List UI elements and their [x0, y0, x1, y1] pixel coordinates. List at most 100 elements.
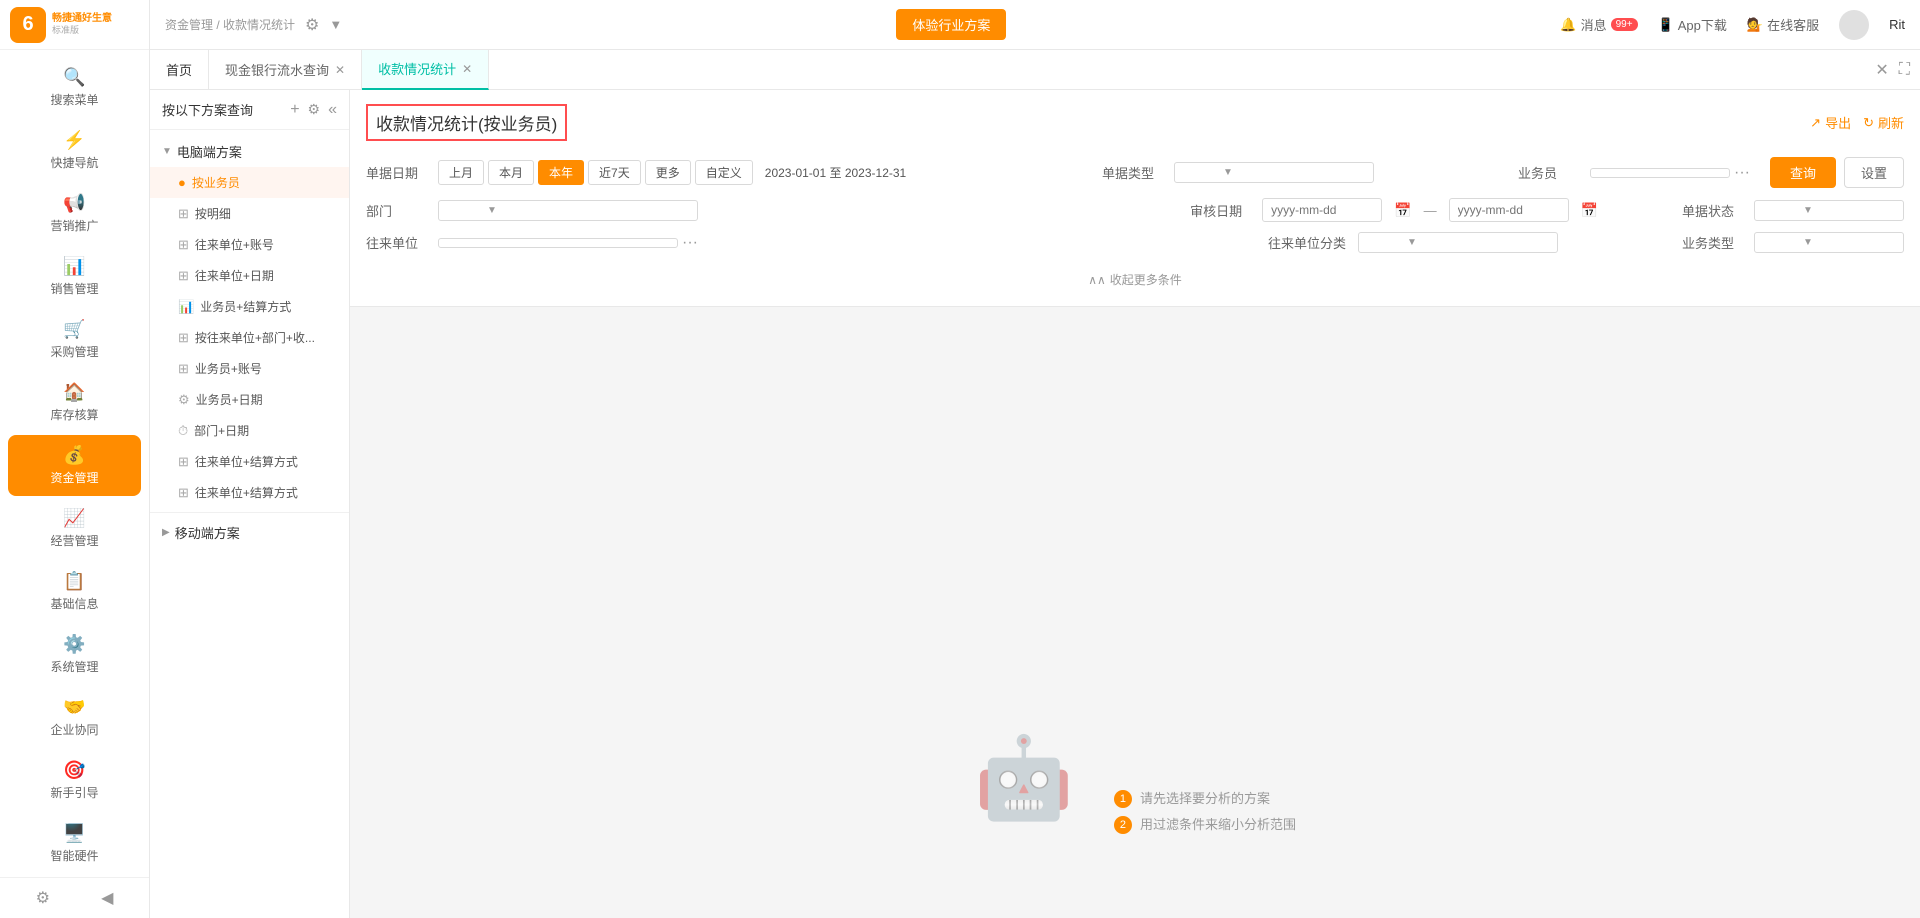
- sidebar-item-system[interactable]: ⚙️ 系统管理: [8, 624, 141, 685]
- review-date-from[interactable]: [1262, 198, 1382, 222]
- scheme-by-salesman[interactable]: ● 按业务员: [150, 167, 349, 198]
- scheme-by-salesman-settle[interactable]: 📊 业务员+结算方式: [150, 291, 349, 322]
- action-buttons: 查询 设置: [1770, 157, 1904, 188]
- sidebar-item-label: 企业协同: [50, 721, 98, 738]
- biz-type-select[interactable]: ▼: [1754, 232, 1904, 253]
- review-date-to-calendar[interactable]: 📅: [1581, 202, 1598, 219]
- sidebar: 畅捷通好生意 标准版 🔍 搜索菜单 ⚡ 快捷导航 📢 营销推广 📊 销售管理 🛒…: [0, 0, 150, 918]
- desktop-label: 电脑端方案: [177, 142, 242, 161]
- user-name[interactable]: Rit: [1889, 17, 1905, 32]
- online-service-btn[interactable]: 💁 在线客服: [1747, 15, 1819, 34]
- scheme-settings-btn[interactable]: ⚙: [308, 101, 321, 118]
- main-area: 资金管理 / 收款情况统计 ⚙ ▼ 体验行业方案 🔔 消息 99+ 📱 App下…: [150, 0, 1920, 918]
- sidebar-settings-btn[interactable]: ⚙: [36, 888, 50, 908]
- logo-name: 畅捷通好生意: [52, 12, 112, 25]
- voucher-type-label: 单据类型: [1102, 163, 1162, 182]
- panel-collapse-btn[interactable]: «: [328, 101, 337, 119]
- voucher-type-select[interactable]: ▼: [1174, 162, 1374, 183]
- salesman-ellipsis[interactable]: ···: [1734, 164, 1750, 182]
- sidebar-item-operation[interactable]: 📈 经营管理: [8, 498, 141, 559]
- tabbar-close-all[interactable]: ✕: [1875, 60, 1888, 80]
- page-title: 收款情况统计(按业务员): [366, 104, 567, 141]
- sidebar-item-hardware[interactable]: 🖥️ 智能硬件: [8, 813, 141, 874]
- step-1-label: 请先选择要分析的方案: [1140, 786, 1270, 812]
- scheme-label: 往来单位+账号: [195, 236, 274, 253]
- add-scheme-btn[interactable]: +: [290, 101, 299, 119]
- collapse-bar[interactable]: ∧∧ 收起更多条件: [366, 263, 1904, 296]
- salesman-label: 业务员: [1518, 163, 1578, 182]
- tab-bank[interactable]: 现金银行流水查询 ✕: [209, 50, 362, 90]
- scheme-by-unit-dept[interactable]: ⊞ 按往来单位+部门+收...: [150, 322, 349, 353]
- scheme-label: 往来单位+日期: [195, 267, 274, 284]
- logo-icon: [10, 7, 46, 43]
- query-btn[interactable]: 查询: [1770, 157, 1836, 188]
- counterpart-cat-select[interactable]: ▼: [1358, 232, 1558, 253]
- salesman-select[interactable]: [1590, 168, 1730, 178]
- fund-icon: 💰: [63, 445, 85, 466]
- topbar-right: 🔔 消息 99+ 📱 App下载 💁 在线客服 Rit: [1560, 10, 1905, 40]
- salesman-settle-icon: 📊: [178, 299, 194, 315]
- counterpart-ellipsis[interactable]: ···: [682, 234, 698, 252]
- scheme-by-salesman-account[interactable]: ⊞ 业务员+账号: [150, 353, 349, 384]
- sidebar-collapse-btn[interactable]: ◀: [101, 888, 113, 908]
- voucher-type-chevron: ▼: [1223, 167, 1233, 178]
- scheme-by-unit-date[interactable]: ⊞ 往来单位+日期: [150, 260, 349, 291]
- counterpart-cat-chevron: ▼: [1407, 237, 1417, 248]
- scheme-label: 按业务员: [192, 174, 240, 191]
- user-avatar[interactable]: [1839, 10, 1869, 40]
- sidebar-item-search[interactable]: 🔍 搜索菜单: [8, 57, 141, 118]
- scheme-by-unit-settle1[interactable]: ⊞ 往来单位+结算方式: [150, 446, 349, 477]
- scheme-by-detail[interactable]: ⊞ 按明细: [150, 198, 349, 229]
- sidebar-item-basic[interactable]: 📋 基础信息: [8, 561, 141, 622]
- sidebar-item-label: 营销推广: [50, 217, 98, 234]
- topbar-gear-icon[interactable]: ⚙: [305, 15, 319, 35]
- date-btn-more[interactable]: 更多: [645, 160, 691, 185]
- voucher-status-select[interactable]: ▼: [1754, 200, 1904, 221]
- scheme-by-salesman-date[interactable]: ⚙ 业务员+日期: [150, 384, 349, 415]
- dept-date-icon: ⏱: [178, 423, 188, 439]
- sidebar-item-sales[interactable]: 📊 销售管理: [8, 246, 141, 307]
- export-label: 导出: [1825, 113, 1851, 132]
- review-date-from-calendar[interactable]: 📅: [1394, 202, 1411, 219]
- date-btn-custom[interactable]: 自定义: [695, 160, 753, 185]
- review-date-to[interactable]: [1449, 198, 1569, 222]
- scheme-by-unit-account[interactable]: ⊞ 往来单位+账号: [150, 229, 349, 260]
- counterpart-select[interactable]: [438, 238, 678, 248]
- settings-btn[interactable]: 设置: [1844, 157, 1904, 188]
- topbar-dropdown-icon[interactable]: ▼: [329, 17, 342, 32]
- salesman-scheme-icon: ●: [178, 175, 186, 190]
- refresh-btn[interactable]: ↻ 刷新: [1863, 113, 1904, 132]
- date-btn-this-year[interactable]: 本年: [538, 160, 584, 185]
- main-body: 🤖 1 请先选择要分析的方案 2 用过滤条件来缩小分析范围: [350, 307, 1920, 918]
- tree-divider: [150, 512, 349, 513]
- date-btn-last-month[interactable]: 上月: [438, 160, 484, 185]
- mobile-parent[interactable]: ▶ 移动端方案: [150, 517, 349, 548]
- tab-receipt[interactable]: 收款情况统计 ✕: [362, 50, 489, 90]
- tabbar-expand[interactable]: ⛶: [1899, 61, 1910, 79]
- sidebar-item-guide[interactable]: 🎯 新手引导: [8, 750, 141, 811]
- sidebar-item-marketing[interactable]: 📢 营销推广: [8, 183, 141, 244]
- tab-receipt-close[interactable]: ✕: [462, 62, 472, 76]
- sidebar-item-quicknav[interactable]: ⚡ 快捷导航: [8, 120, 141, 181]
- tab-home[interactable]: 首页: [150, 50, 209, 90]
- notification-area[interactable]: 🔔 消息 99+: [1560, 15, 1637, 34]
- dept-select[interactable]: ▼: [438, 200, 698, 221]
- sidebar-item-warehouse[interactable]: 🏠 库存核算: [8, 372, 141, 433]
- unit-account-scheme-icon: ⊞: [178, 237, 189, 253]
- sidebar-item-purchase[interactable]: 🛒 采购管理: [8, 309, 141, 370]
- sidebar-item-fund[interactable]: 💰 资金管理: [8, 435, 141, 496]
- search-menu-icon: 🔍: [63, 67, 85, 88]
- app-download-btn[interactable]: 📱 App下载: [1658, 15, 1727, 34]
- scheme-by-dept-date[interactable]: ⏱ 部门+日期: [150, 415, 349, 446]
- desktop-parent[interactable]: ▼ 电脑端方案: [150, 136, 349, 167]
- trial-btn[interactable]: 体验行业方案: [896, 9, 1006, 40]
- date-btn-7days[interactable]: 近7天: [588, 160, 641, 185]
- sidebar-item-label: 基础信息: [50, 595, 98, 612]
- scheme-by-unit-settle2[interactable]: ⊞ 往来单位+结算方式: [150, 477, 349, 508]
- breadcrumb: 资金管理 / 收款情况统计: [165, 16, 295, 33]
- tab-bank-close[interactable]: ✕: [335, 63, 345, 77]
- sidebar-item-enterprise[interactable]: 🤝 企业协同: [8, 687, 141, 748]
- export-btn[interactable]: ↗ 导出: [1810, 113, 1851, 132]
- date-btn-this-month[interactable]: 本月: [488, 160, 534, 185]
- empty-step-1: 1 请先选择要分析的方案: [1114, 786, 1296, 812]
